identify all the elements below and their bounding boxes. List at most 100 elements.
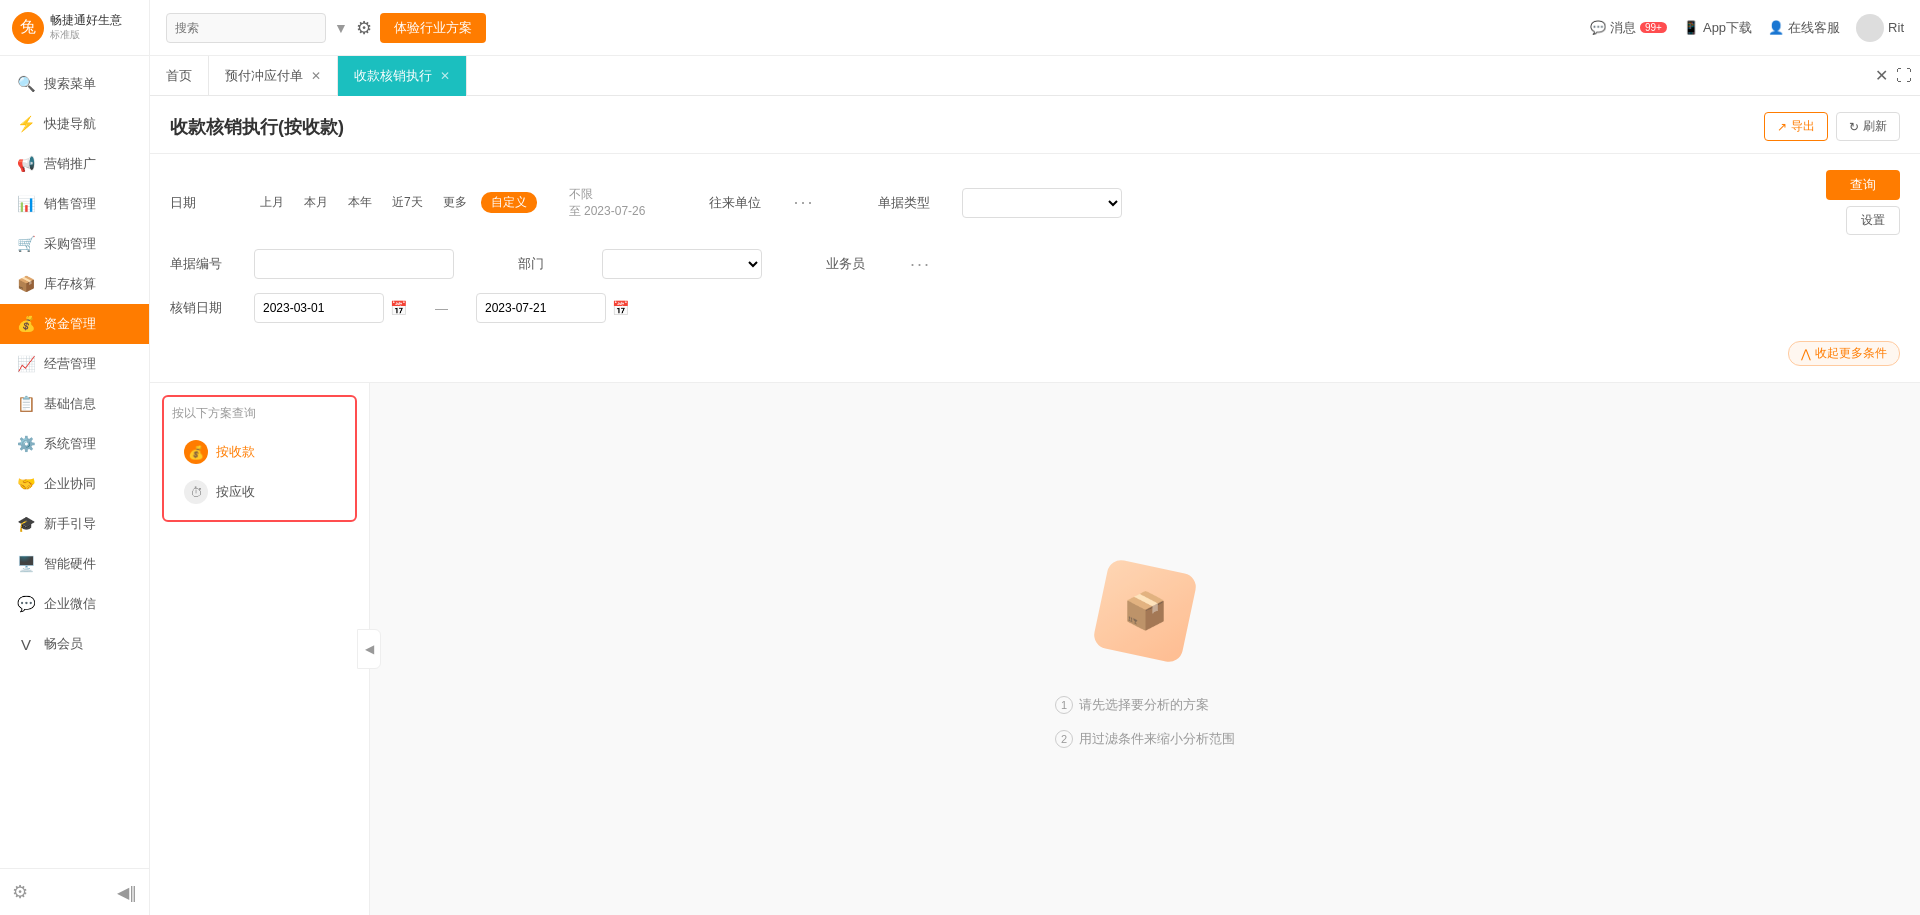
sidebar-item-inventory[interactable]: 📦 库存核算 — [0, 264, 149, 304]
topbar-left: ▼ ⚙ 体验行业方案 — [166, 13, 486, 43]
tab-close-icon[interactable]: ✕ — [1875, 66, 1888, 85]
sidebar-item-wechat[interactable]: 💬 企业微信 — [0, 584, 149, 624]
tab-home[interactable]: 首页 — [150, 56, 209, 96]
hint-num-1: 1 — [1055, 696, 1073, 714]
system-icon: ⚙️ — [16, 434, 36, 454]
date-7days[interactable]: 近7天 — [386, 192, 429, 213]
collapse-more-area: ⋀ 收起更多条件 — [170, 341, 1900, 366]
topbar-search-input[interactable] — [166, 13, 326, 43]
date-custom-btn[interactable]: 自定义 — [481, 192, 537, 213]
sidebar-item-marketing[interactable]: 📢 营销推广 — [0, 144, 149, 184]
verify-date-end-input[interactable] — [476, 293, 606, 323]
app-download-item[interactable]: 📱 App下载 — [1683, 19, 1752, 37]
sidebar-item-system[interactable]: ⚙️ 系统管理 — [0, 424, 149, 464]
wechat-icon: 💬 — [16, 594, 36, 614]
filter-by-receivable[interactable]: ⏱ 按应收 — [172, 472, 347, 512]
topbar-dropdown-arrow[interactable]: ▼ — [334, 20, 348, 36]
home-tab-label: 首页 — [166, 67, 192, 85]
sidebar-item-collab[interactable]: 🤝 企业协同 — [0, 464, 149, 504]
sidebar-item-purchase[interactable]: 🛒 采购管理 — [0, 224, 149, 264]
message-badge: 99+ — [1640, 22, 1667, 33]
sidebar-item-guide[interactable]: 🎓 新手引导 — [0, 504, 149, 544]
refresh-button[interactable]: ↻ 刷新 — [1836, 112, 1900, 141]
date-this-month[interactable]: 本月 — [298, 192, 334, 213]
query-button[interactable]: 查询 — [1826, 170, 1900, 200]
sales-icon: 📊 — [16, 194, 36, 214]
app-name: 畅捷通好生意 — [50, 13, 122, 29]
export-button[interactable]: ↗ 导出 — [1764, 112, 1828, 141]
hint-item-2: 2 用过滤条件来缩小分析范围 — [1055, 726, 1235, 752]
date-separator: — — [435, 301, 448, 316]
query-panel-border: 按以下方案查询 💰 按收款 ⏱ 按应收 — [162, 395, 357, 522]
dept-select[interactable] — [602, 249, 762, 279]
date-to-label: 至 2023-07-26 — [569, 203, 646, 220]
salesperson-label: 业务员 — [826, 255, 886, 273]
operations-icon: 📈 — [16, 354, 36, 374]
user-item[interactable]: Rit — [1856, 14, 1904, 42]
counterpart-more-icon[interactable]: ··· — [793, 192, 814, 213]
sidebar-item-label: 新手引导 — [44, 515, 96, 533]
message-label: 消息 — [1610, 19, 1636, 37]
purchase-icon: 🛒 — [16, 234, 36, 254]
sidebar-item-nav[interactable]: ⚡ 快捷导航 — [0, 104, 149, 144]
doc-no-input[interactable] — [254, 249, 454, 279]
sidebar-item-label: 库存核算 — [44, 275, 96, 293]
query-panel-title: 按以下方案查询 — [172, 405, 347, 422]
panel-collapse-button[interactable]: ◀ — [357, 629, 381, 669]
filter-by-receipt[interactable]: 💰 按收款 — [172, 432, 347, 472]
logo-icon: 兔 — [12, 12, 44, 44]
sidebar-item-label: 基础信息 — [44, 395, 96, 413]
industry-solution-button[interactable]: 体验行业方案 — [380, 13, 486, 43]
sidebar-item-hardware[interactable]: 🖥️ 智能硬件 — [0, 544, 149, 584]
verify-date-end-calendar-icon[interactable]: 📅 — [612, 300, 629, 316]
tab-receipt-verify[interactable]: 收款核销执行 ✕ — [338, 56, 467, 96]
tab-expand-icon[interactable]: ⛶ — [1896, 67, 1912, 85]
sidebar-item-finance[interactable]: 💰 资金管理 — [0, 304, 149, 344]
sidebar-item-label: 销售管理 — [44, 195, 96, 213]
empty-hints: 1 请先选择要分析的方案 2 用过滤条件来缩小分析范围 — [1055, 692, 1235, 752]
empty-state: 📦 1 请先选择要分析的方案 2 用过滤条件来缩小分析范围 — [1055, 546, 1235, 752]
date-this-year[interactable]: 本年 — [342, 192, 378, 213]
sidebar: 兔 畅捷通好生意 标准版 🔍 搜索菜单 ⚡ 快捷导航 📢 营销推广 📊 销售管理… — [0, 0, 150, 915]
sidebar-item-label: 搜索菜单 — [44, 75, 96, 93]
topbar-gear-icon[interactable]: ⚙ — [356, 17, 372, 39]
sidebar-item-member[interactable]: V 畅会员 — [0, 624, 149, 664]
message-item[interactable]: 💬 消息 99+ — [1590, 19, 1667, 37]
app-download-label: App下载 — [1703, 19, 1752, 37]
collapse-more-button[interactable]: ⋀ 收起更多条件 — [1788, 341, 1900, 366]
tab-receipt-verify-close[interactable]: ✕ — [440, 69, 450, 83]
counterpart-label: 往来单位 — [709, 194, 769, 212]
page-header-actions: ↗ 导出 ↻ 刷新 — [1764, 112, 1900, 141]
salesperson-more-icon[interactable]: ··· — [910, 254, 931, 275]
verify-date-start-input[interactable] — [254, 293, 384, 323]
sidebar-item-label: 智能硬件 — [44, 555, 96, 573]
filter-row-docno: 单据编号 部门 业务员 ··· — [170, 249, 1900, 279]
date-range-display: 不限 至 2023-07-26 — [569, 186, 646, 220]
online-service-item[interactable]: 👤 在线客服 — [1768, 19, 1840, 37]
date-last-month[interactable]: 上月 — [254, 192, 290, 213]
sidebar-bottom: ⚙ ◀‖ — [0, 868, 149, 915]
setting-button[interactable]: 设置 — [1846, 206, 1900, 235]
date-filter-label: 日期 — [170, 194, 230, 212]
sidebar-item-search[interactable]: 🔍 搜索菜单 — [0, 64, 149, 104]
hint-text-2: 用过滤条件来缩小分析范围 — [1079, 726, 1235, 752]
date-more[interactable]: 更多 — [437, 192, 473, 213]
sidebar-collapse-icon[interactable]: ◀‖ — [117, 883, 137, 902]
tab-prepay[interactable]: 预付冲应付单 ✕ — [209, 56, 338, 96]
verify-date-start-calendar-icon[interactable]: 📅 — [390, 300, 407, 316]
receipt-icon: 💰 — [184, 440, 208, 464]
settings-icon[interactable]: ⚙ — [12, 881, 28, 903]
sidebar-item-label: 企业协同 — [44, 475, 96, 493]
guide-icon: 🎓 — [16, 514, 36, 534]
doc-type-select[interactable] — [962, 188, 1122, 218]
hardware-icon: 🖥️ — [16, 554, 36, 574]
basic-icon: 📋 — [16, 394, 36, 414]
hint-text-1: 请先选择要分析的方案 — [1079, 692, 1209, 718]
tab-prepay-close[interactable]: ✕ — [311, 69, 321, 83]
sidebar-item-basic[interactable]: 📋 基础信息 — [0, 384, 149, 424]
sidebar-item-label: 快捷导航 — [44, 115, 96, 133]
sidebar-item-operations[interactable]: 📈 经营管理 — [0, 344, 149, 384]
user-name: Rit — [1888, 20, 1904, 35]
sidebar-item-label: 营销推广 — [44, 155, 96, 173]
sidebar-item-sales[interactable]: 📊 销售管理 — [0, 184, 149, 224]
